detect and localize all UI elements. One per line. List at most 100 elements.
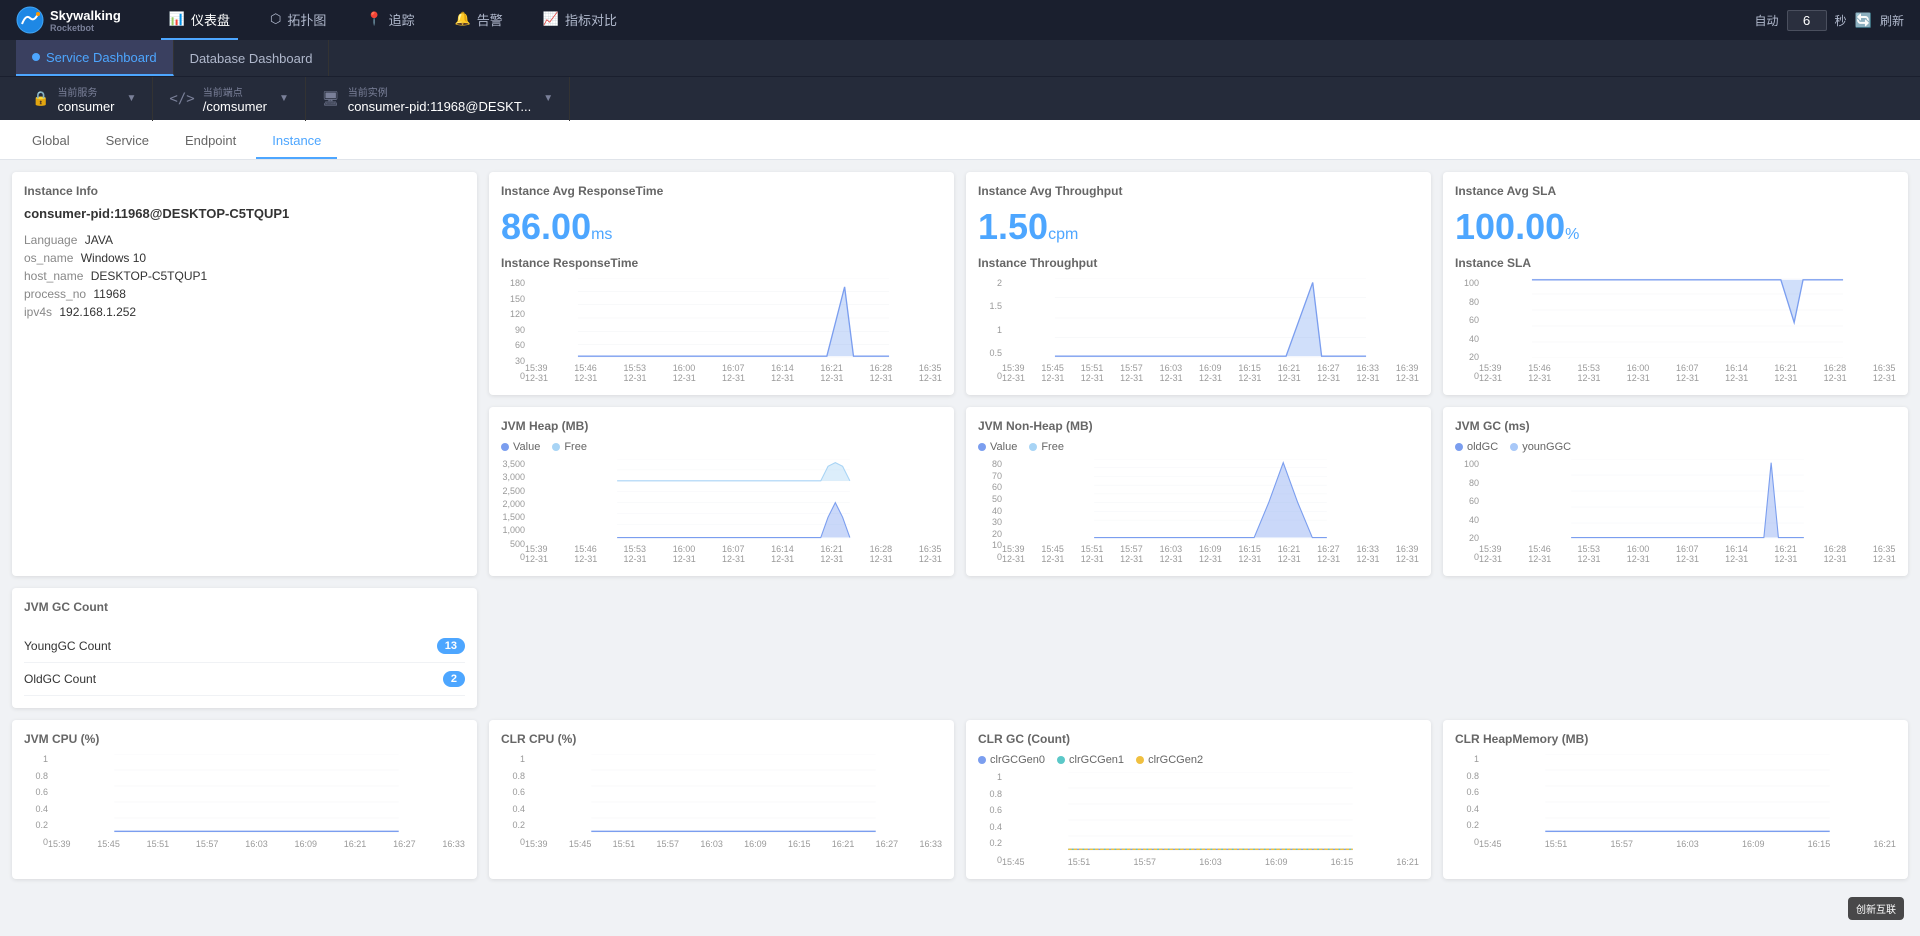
non-heap-y-labels: 80 70 60 50 40 30 20 10 0 — [978, 459, 1002, 564]
jvm-non-heap-legend: Value Free — [978, 441, 1419, 453]
instance-label: 当前实例 — [348, 84, 532, 99]
clr-cpu-card: CLR CPU (%) 1 0.8 0.6 0.4 0.2 0 — [489, 720, 954, 879]
avg-sla-value: 100.00 — [1455, 206, 1565, 247]
throughput-svg — [1002, 278, 1419, 358]
younggc-legend: younGGC — [1510, 441, 1571, 453]
young-gc-count-row: YoungGC Count 13 — [24, 630, 465, 663]
cpu-y-labels: 1 0.8 0.6 0.4 0.2 0 — [24, 754, 48, 849]
avg-throughput-unit: cpm — [1048, 226, 1078, 243]
topology-icon: ⬡ — [270, 11, 281, 27]
gc-ms-y-labels: 100 80 60 40 20 0 — [1455, 459, 1479, 564]
refresh-label[interactable]: 刷新 — [1880, 12, 1904, 29]
jvm-gc-ms-legend: oldGC younGGC — [1455, 441, 1896, 453]
sla-x-labels: 15:3912-31 15:4612-31 15:5312-31 16:0012… — [1479, 363, 1896, 383]
instance-name: consumer-pid:11968@DESKTOP-C5TQUP1 — [24, 206, 465, 221]
cpu-chart-inner: 15:39 15:45 15:51 15:57 16:03 16:09 16:2… — [48, 754, 465, 849]
jvm-non-heap-chart: 80 70 60 50 40 30 20 10 0 — [978, 459, 1419, 564]
gc-ms-svg — [1479, 459, 1896, 539]
service-dash-dot — [32, 53, 40, 61]
info-host-name: host_name DESKTOP-C5TQUP1 — [24, 269, 465, 283]
clrgen1-dot — [1057, 756, 1065, 764]
younggc-dot — [1510, 443, 1518, 451]
gc-ms-x-labels: 15:3912-31 15:4612-31 15:5312-31 16:0012… — [1479, 544, 1896, 564]
jvm-heap-title: JVM Heap (MB) — [501, 419, 942, 433]
response-chart-inner: 15:3912-31 15:4612-31 15:5312-31 16:0012… — [525, 278, 942, 383]
instance-info-title: Instance Info — [24, 184, 465, 198]
sla-svg — [1479, 278, 1896, 358]
clr-gc-chart: 1 0.8 0.6 0.4 0.2 0 — [978, 772, 1419, 867]
lock-icon: 🔒 — [32, 90, 49, 107]
nav-dashboard[interactable]: 📊 仪表盘 — [161, 0, 238, 40]
nav-topology[interactable]: ⬡ 拓扑图 — [262, 0, 334, 40]
tab-endpoint[interactable]: Endpoint — [169, 123, 252, 159]
young-gc-label: YoungGC Count — [24, 639, 111, 653]
avg-response-value: 86.00 — [501, 206, 591, 247]
jvm-gc-ms-title: JVM GC (ms) — [1455, 419, 1896, 433]
non-heap-value-legend: Value — [978, 441, 1017, 453]
response-svg — [525, 278, 942, 358]
heap-value-legend: Value — [501, 441, 540, 453]
clr-heap-x-labels: 15:45 15:51 15:57 16:03 16:09 16:15 16:2… — [1479, 839, 1896, 849]
info-os-name: os_name Windows 10 — [24, 251, 465, 265]
tab-service-dashboard[interactable]: Service Dashboard — [16, 40, 174, 76]
nav-right-controls: 自动 6 秒 🔄 刷新 — [1755, 10, 1904, 31]
clr-cpu-chart: 1 0.8 0.6 0.4 0.2 0 15:39 — [501, 754, 942, 849]
heap-chart-inner: 15:3912-31 15:4612-31 15:5312-31 16:0012… — [525, 459, 942, 564]
old-gc-badge: 2 — [443, 671, 465, 687]
nav-metrics[interactable]: 📈 指标对比 — [535, 0, 625, 40]
non-heap-x-labels: 15:3912-31 15:4512-31 15:5112-31 15:5712… — [1002, 544, 1419, 564]
clr-gc-svg — [1002, 772, 1419, 852]
non-heap-value-dot — [978, 443, 986, 451]
endpoint-chevron-icon: ▼ — [279, 93, 289, 104]
throughput-chart: 2 1.5 1 0.5 0 15:3912-31 15:4512-31 — [978, 278, 1419, 383]
clr-heap-title: CLR HeapMemory (MB) — [1455, 732, 1896, 746]
clrgen0-dot — [978, 756, 986, 764]
info-process-no: process_no 11968 — [24, 287, 465, 301]
jvm-gc-count-card: JVM GC Count YoungGC Count 13 OldGC Coun… — [12, 588, 477, 708]
response-chart-title: Instance ResponseTime — [501, 256, 942, 270]
tab-global[interactable]: Global — [16, 123, 86, 159]
app-logo: Skywalking Rocketbot — [16, 6, 121, 34]
jvm-non-heap-title: JVM Non-Heap (MB) — [978, 419, 1419, 433]
sla-y-labels: 100 80 60 40 20 0 — [1455, 278, 1479, 383]
main-content: Instance Info consumer-pid:11968@DESKTOP… — [0, 160, 1920, 720]
clr-gc-card: CLR GC (Count) clrGCGen0 clrGCGen1 clrGC… — [966, 720, 1431, 879]
tab-instance[interactable]: Instance — [256, 123, 337, 159]
jvm-heap-legend: Value Free — [501, 441, 942, 453]
clr-heap-chart: 1 0.8 0.6 0.4 0.2 0 15:45 — [1455, 754, 1896, 849]
clr-cpu-x-labels: 15:39 15:45 15:51 15:57 16:03 16:09 16:1… — [525, 839, 942, 849]
instance-icon: 🖥 — [322, 90, 340, 107]
avg-response-title: Instance Avg ResponseTime — [501, 184, 942, 198]
nav-trace[interactable]: 📍 追踪 — [358, 0, 422, 40]
jvm-gc-count-title: JVM GC Count — [24, 600, 465, 614]
avg-response-unit: ms — [591, 226, 612, 243]
clr-heap-svg — [1479, 754, 1896, 834]
heap-y-labels: 3,500 3,000 2,500 2,000 1,500 1,000 500 … — [501, 459, 525, 564]
tab-service[interactable]: Service — [90, 123, 165, 159]
old-gc-label: OldGC Count — [24, 672, 96, 686]
heap-x-labels: 15:3912-31 15:4612-31 15:5312-31 16:0012… — [525, 544, 942, 564]
service-selector[interactable]: 🔒 当前服务 consumer ▼ — [16, 77, 153, 121]
service-label: 当前服务 — [57, 84, 114, 99]
sla-chart-inner: 15:3912-31 15:4612-31 15:5312-31 16:0012… — [1479, 278, 1896, 383]
seconds-input[interactable]: 6 — [1787, 10, 1827, 31]
service-value: consumer — [57, 99, 114, 114]
throughput-chart-title: Instance Throughput — [978, 256, 1419, 270]
gc-ms-chart-inner: 15:3912-31 15:4612-31 15:5312-31 16:0012… — [1479, 459, 1896, 564]
old-gc-count-row: OldGC Count 2 — [24, 663, 465, 696]
clr-heap-y-labels: 1 0.8 0.6 0.4 0.2 0 — [1455, 754, 1479, 849]
seconds-unit: 秒 — [1835, 12, 1847, 29]
sla-chart: 100 80 60 40 20 0 15: — [1455, 278, 1896, 383]
nav-alert[interactable]: 🔔 告警 — [447, 0, 511, 40]
instance-info-card: Instance Info consumer-pid:11968@DESKTOP… — [12, 172, 477, 576]
tab-database-dashboard[interactable]: Database Dashboard — [174, 40, 330, 76]
app-subname: Rocketbot — [50, 23, 121, 33]
clr-heap-card: CLR HeapMemory (MB) 1 0.8 0.6 0.4 0.2 0 — [1443, 720, 1908, 879]
instance-chevron-icon: ▼ — [543, 93, 553, 104]
endpoint-selector[interactable]: </> 当前端点 /comsumer ▼ — [153, 77, 306, 121]
instance-selector[interactable]: 🖥 当前实例 consumer-pid:11968@DESKT... ▼ — [306, 77, 570, 121]
response-y-labels: 180 150 120 90 60 30 0 — [501, 278, 525, 383]
jvm-cpu-title: JVM CPU (%) — [24, 732, 465, 746]
avg-throughput-value: 1.50 — [978, 206, 1048, 247]
heap-svg — [525, 459, 942, 539]
